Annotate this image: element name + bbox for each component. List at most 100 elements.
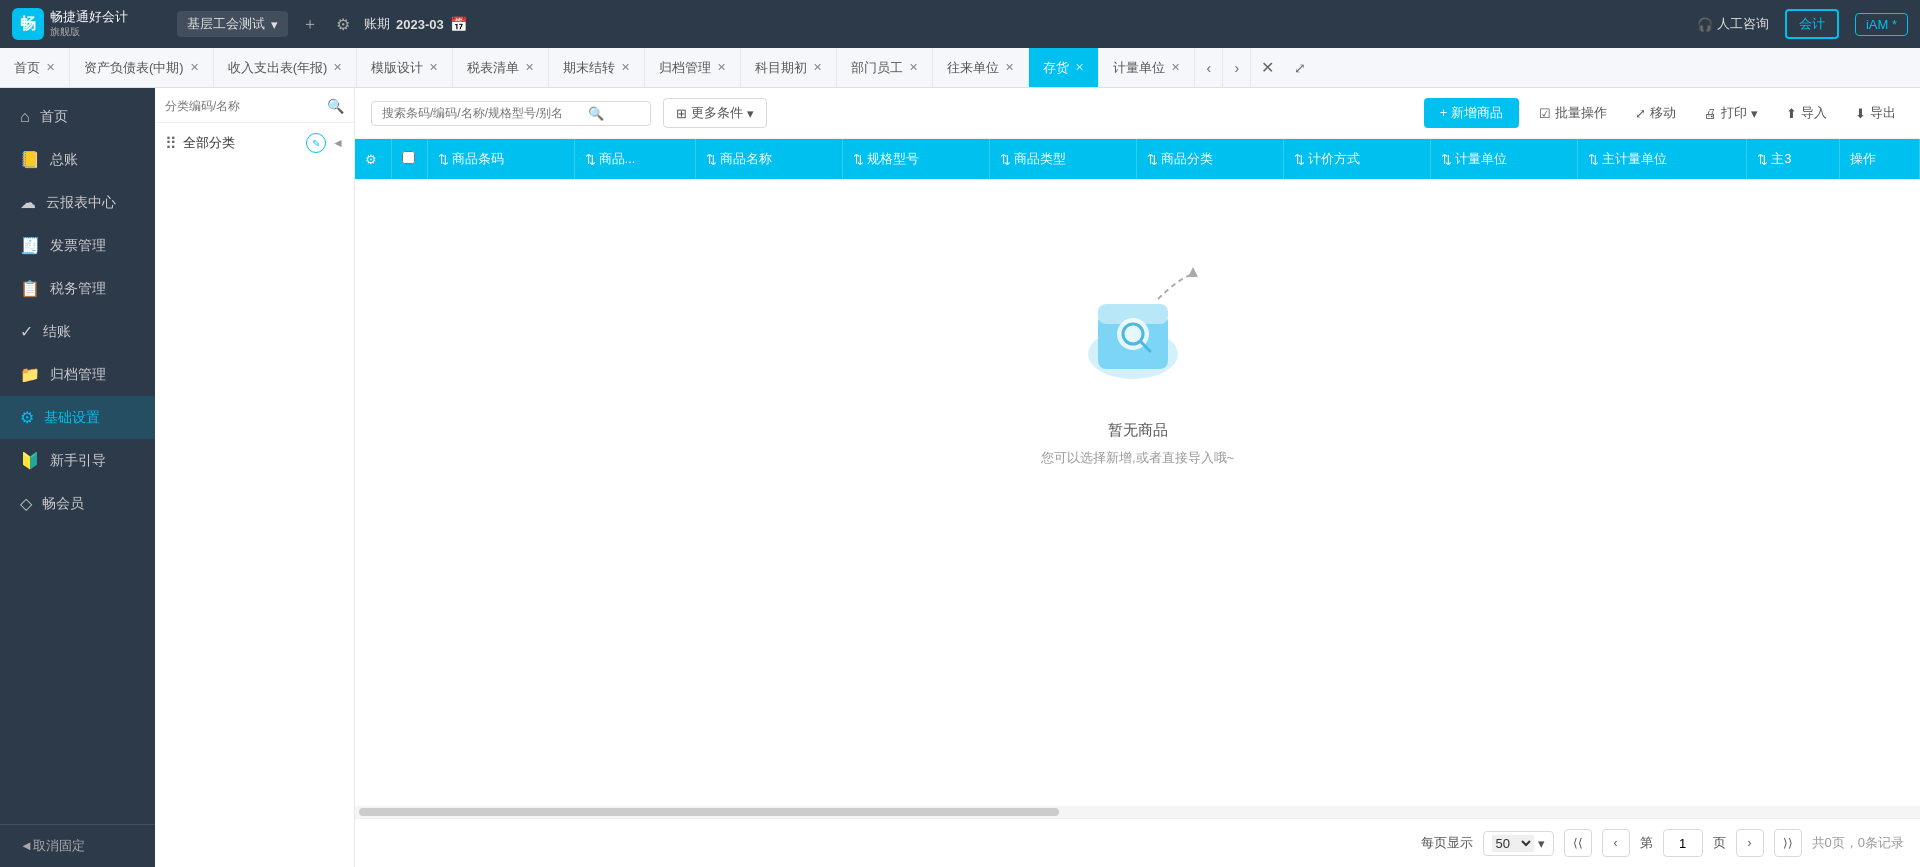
product-search-icon[interactable]: 🔍 [588, 106, 604, 121]
iam-badge[interactable]: iAM * [1855, 13, 1908, 36]
tab-template[interactable]: 模版设计 ✕ [357, 48, 453, 87]
tab-close-subject-init[interactable]: ✕ [813, 61, 822, 74]
first-page-button[interactable]: ⟨⟨ [1564, 829, 1592, 857]
col-spec[interactable]: ⇅ 规格型号 [842, 139, 989, 179]
tab-inventory[interactable]: 存货 ✕ [1029, 48, 1099, 87]
sidebar-item-home[interactable]: ⌂ 首页 [0, 96, 155, 138]
page-label: 页 [1713, 834, 1726, 852]
col-actions: 操作 [1840, 139, 1920, 179]
filter-button[interactable]: ⊞ 更多条件 ▾ [663, 98, 767, 128]
scroll-thumb[interactable] [359, 808, 1059, 816]
batch-icon: ☑ [1539, 106, 1551, 121]
tab-income[interactable]: 收入支出表(年报) ✕ [214, 48, 358, 87]
per-page-select[interactable]: 50 10 20 100 [1492, 835, 1534, 852]
col-settings[interactable]: ⚙ [355, 139, 391, 179]
tab-close-partner[interactable]: ✕ [1005, 61, 1014, 74]
tab-close-unit[interactable]: ✕ [1171, 61, 1180, 74]
last-page-button[interactable]: ⟩⟩ [1774, 829, 1802, 857]
tab-home[interactable]: 首页 ✕ [0, 48, 70, 87]
sidebar-item-ledger[interactable]: 📒 总账 [0, 138, 155, 181]
category-search-input[interactable] [165, 99, 327, 113]
edit-category-button[interactable]: ✎ [306, 133, 326, 153]
sidebar-item-archive[interactable]: 📁 归档管理 [0, 353, 155, 396]
total-records-label: 共0页，0条记录 [1812, 834, 1904, 852]
category-search-icon[interactable]: 🔍 [327, 98, 344, 114]
col-main-unit[interactable]: ⇅ 主计量单位 [1578, 139, 1747, 179]
import-button[interactable]: ⬆ 导入 [1778, 99, 1835, 127]
per-page-select-container[interactable]: 50 10 20 100 ▾ [1483, 831, 1554, 856]
next-page-button[interactable]: › [1736, 829, 1764, 857]
col-unit[interactable]: ⇅ 计量单位 [1431, 139, 1578, 179]
tab-partner[interactable]: 往来单位 ✕ [933, 48, 1029, 87]
tab-close-home[interactable]: ✕ [46, 61, 55, 74]
empty-title: 暂无商品 您可以选择新增,或者直接导入哦~ [1041, 415, 1234, 471]
col-name[interactable]: ⇅ 商品名称 [695, 139, 842, 179]
sidebar-item-member[interactable]: ◇ 畅会员 [0, 482, 155, 525]
tab-close-template[interactable]: ✕ [429, 61, 438, 74]
support-button[interactable]: 🎧 人工咨询 [1697, 15, 1769, 33]
filter-icon: ⊞ [676, 106, 687, 121]
select-chevron-icon: ▾ [1538, 836, 1545, 851]
all-categories-row[interactable]: ⠿ 全部分类 ✎ ◄ [155, 123, 354, 157]
logo-text: 畅捷通好会计 旗舰版 [50, 9, 128, 39]
tab-tax[interactable]: 税表清单 ✕ [453, 48, 549, 87]
tab-period-end[interactable]: 期末结转 ✕ [549, 48, 645, 87]
product-search-box[interactable]: 🔍 [371, 101, 651, 126]
account-button[interactable]: 会计 [1785, 9, 1839, 39]
settle-icon: ✓ [20, 322, 33, 341]
sidebar-item-invoice[interactable]: 🧾 发票管理 [0, 224, 155, 267]
tab-archive[interactable]: 归档管理 ✕ [645, 48, 741, 87]
batch-operate-button[interactable]: ☑ 批量操作 [1531, 99, 1615, 127]
product-table-container: ⚙ ⇅ 商品条码 [355, 139, 1920, 806]
empty-svg [1068, 259, 1208, 389]
unpin-button[interactable]: ◄取消固定 [0, 824, 155, 867]
workspace-selector[interactable]: 基层工会测试 ▾ [177, 11, 288, 37]
tab-close-income[interactable]: ✕ [333, 61, 342, 74]
tab-subject-init[interactable]: 科目期初 ✕ [741, 48, 837, 87]
tab-close-inventory[interactable]: ✕ [1075, 61, 1084, 74]
tab-expand-button[interactable]: ⤢ [1284, 60, 1316, 76]
col-type[interactable]: ⇅ 商品类型 [990, 139, 1137, 179]
settings-icon[interactable]: ⚙ [332, 11, 354, 38]
add-workspace-button[interactable]: ＋ [298, 10, 322, 39]
col-extra[interactable]: ⇅ 主3 [1747, 139, 1840, 179]
move-icon: ⤢ [1635, 106, 1646, 121]
sidebar-item-settle[interactable]: ✓ 结账 [0, 310, 155, 353]
tab-staff[interactable]: 部门员工 ✕ [837, 48, 933, 87]
sidebar-item-guide[interactable]: 🔰 新手引导 [0, 439, 155, 482]
tab-close-staff[interactable]: ✕ [909, 61, 918, 74]
member-icon: ◇ [20, 494, 32, 513]
col-price-method[interactable]: ⇅ 计价方式 [1284, 139, 1431, 179]
tab-close-assets[interactable]: ✕ [190, 61, 199, 74]
page-number-input[interactable] [1663, 829, 1703, 857]
sidebar-item-tax[interactable]: 📋 税务管理 [0, 267, 155, 310]
tab-prev-button[interactable]: ‹ [1195, 48, 1223, 87]
calendar-icon[interactable]: 📅 [450, 16, 467, 32]
tab-next-button[interactable]: › [1223, 48, 1251, 87]
tab-unit[interactable]: 计量单位 ✕ [1099, 48, 1195, 87]
product-search-input[interactable] [382, 106, 582, 120]
add-product-button[interactable]: + 新增商品 [1424, 98, 1519, 128]
per-page-label: 每页显示 [1421, 834, 1473, 852]
sidebar-item-reports[interactable]: ☁ 云报表中心 [0, 181, 155, 224]
export-button[interactable]: ⬇ 导出 [1847, 99, 1904, 127]
col-code[interactable]: ⇅ 商品... [574, 139, 695, 179]
horizontal-scrollbar[interactable] [355, 806, 1920, 818]
tab-close-tax[interactable]: ✕ [525, 61, 534, 74]
col-category[interactable]: ⇅ 商品分类 [1137, 139, 1284, 179]
tab-assets[interactable]: 资产负债表(中期) ✕ [70, 48, 214, 87]
tab-close-archive[interactable]: ✕ [717, 61, 726, 74]
print-button[interactable]: 🖨 打印 ▾ [1696, 99, 1766, 127]
top-bar-actions: 🎧 人工咨询 会计 iAM * [1697, 9, 1908, 39]
move-button[interactable]: ⤢ 移动 [1627, 99, 1684, 127]
import-icon: ⬆ [1786, 106, 1797, 121]
select-all-checkbox[interactable] [402, 151, 415, 164]
sidebar-item-basic[interactable]: ⚙ 基础设置 [0, 396, 155, 439]
period-info: 账期 2023-03 📅 [364, 15, 467, 33]
tab-close-all-button[interactable]: ✕ [1251, 58, 1284, 77]
prev-page-button[interactable]: ‹ [1602, 829, 1630, 857]
tab-close-period-end[interactable]: ✕ [621, 61, 630, 74]
collapse-panel-button[interactable]: ◄ [332, 136, 344, 150]
col-barcode[interactable]: ⇅ 商品条码 [427, 139, 574, 179]
col-checkbox[interactable] [391, 139, 427, 179]
